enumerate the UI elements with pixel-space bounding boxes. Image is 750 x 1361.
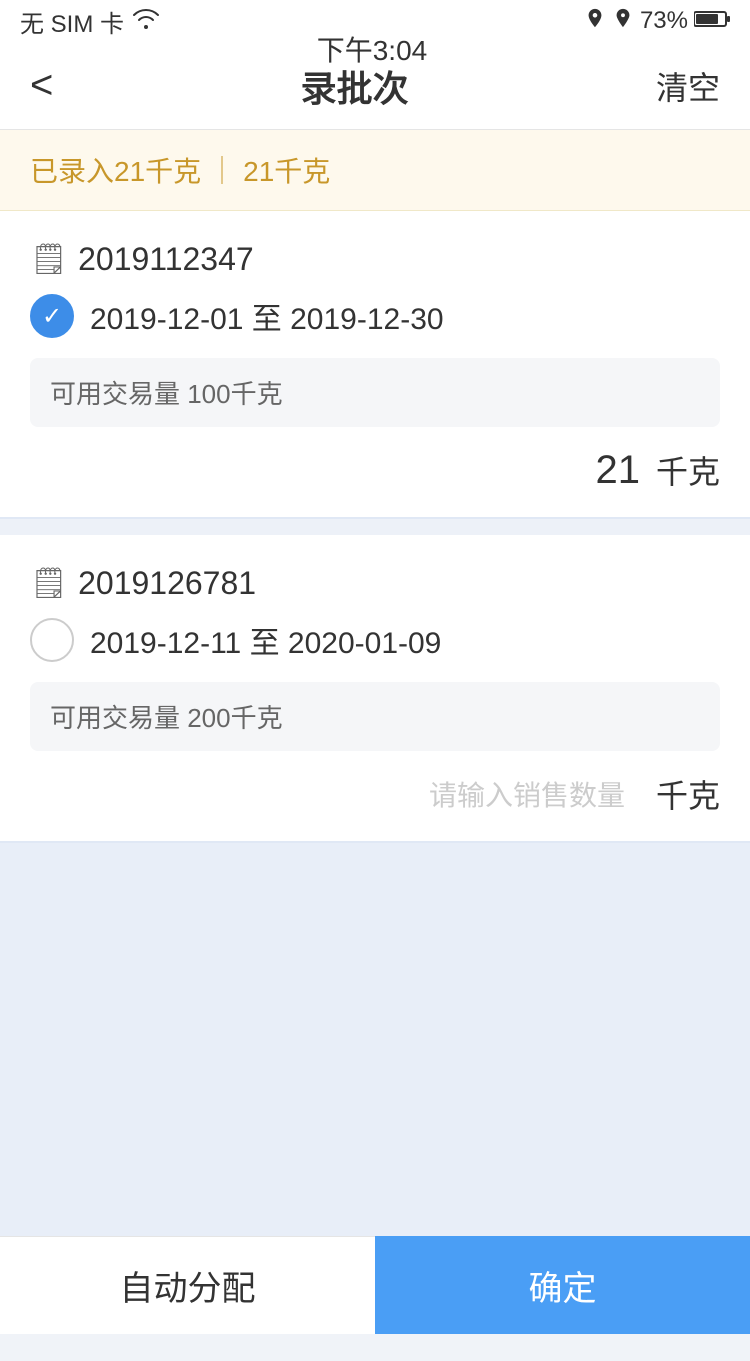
alarm-icon: [612, 7, 634, 36]
info-divider: [221, 156, 223, 184]
batch-card-1: 🗒 2019112347 ✓ 2019-12-01 至 2019-12-30 可…: [0, 211, 750, 427]
status-time: 下午3:04: [317, 29, 428, 69]
batch1-icon: 🗒: [30, 242, 68, 277]
clear-button[interactable]: 清空: [656, 63, 720, 109]
batch1-id: 2019112347: [78, 241, 254, 278]
batch1-header: 🗒 2019112347: [30, 241, 720, 278]
batch1-quantity-row: 21 千克: [0, 427, 750, 519]
batch1-quantity-unit: 千克: [656, 447, 720, 493]
battery-text: 73%: [640, 7, 688, 35]
bottom-bar: 自动分配 确定: [0, 1236, 750, 1334]
batch2-date: 2019-12-11 至 2020-01-09: [90, 618, 441, 662]
back-button[interactable]: <: [30, 63, 53, 108]
section-separator: [0, 519, 750, 535]
batch1-radio[interactable]: ✓: [30, 294, 74, 338]
batch1-check: ✓: [42, 302, 62, 331]
confirm-button[interactable]: 确定: [375, 1236, 750, 1334]
batch2-unit: 千克: [656, 771, 720, 817]
carrier-text: 无 SIM 卡: [20, 4, 124, 39]
auto-distribute-button[interactable]: 自动分配: [0, 1236, 375, 1334]
battery-icon: [694, 7, 730, 35]
wifi-icon: [132, 7, 160, 36]
batch2-icon: 🗒: [30, 566, 68, 601]
batch1-quantity-value: 21: [595, 448, 640, 493]
batch2-header: 🗒 2019126781: [30, 565, 720, 602]
status-right: 73%: [584, 7, 730, 36]
batch2-radio[interactable]: [30, 618, 74, 662]
batch2-available: 可用交易量 200千克: [30, 682, 720, 751]
batch2-quantity-input[interactable]: [340, 776, 640, 813]
empty-area: [0, 843, 750, 1263]
status-bar: 无 SIM 卡 下午3:04: [0, 0, 750, 42]
recorded-label: 已录入21千克: [30, 150, 201, 190]
batch1-date: 2019-12-01 至 2019-12-30: [90, 294, 444, 338]
batch2-input-row: 千克: [0, 751, 750, 843]
info-banner: 已录入21千克 21千克: [0, 130, 750, 211]
info-value: 21千克: [243, 150, 330, 190]
batch2-date-row: 2019-12-11 至 2020-01-09: [30, 618, 720, 662]
batch1-date-row: ✓ 2019-12-01 至 2019-12-30: [30, 294, 720, 338]
status-left: 无 SIM 卡: [20, 4, 160, 39]
batch2-id: 2019126781: [78, 565, 256, 602]
batch1-available: 可用交易量 100千克: [30, 358, 720, 427]
batch-card-2: 🗒 2019126781 2019-12-11 至 2020-01-09 可用交…: [0, 535, 750, 751]
location-icon: [584, 7, 606, 36]
